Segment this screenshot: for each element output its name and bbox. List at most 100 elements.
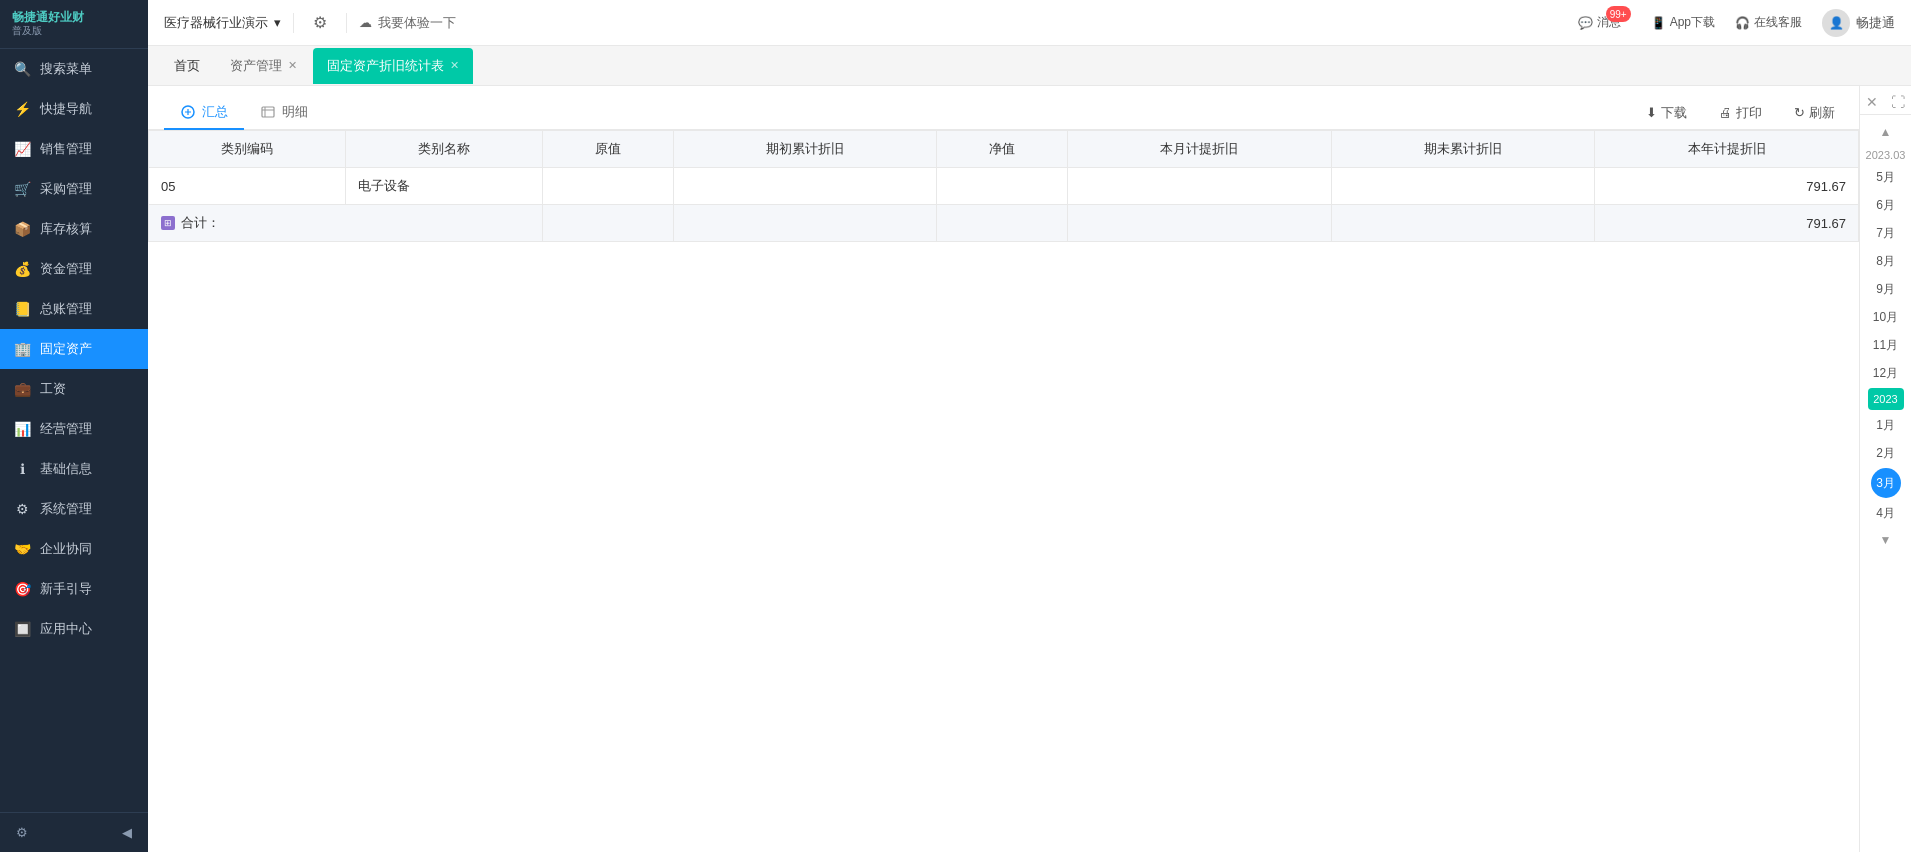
month-item[interactable]: 1月 bbox=[1868, 412, 1904, 438]
year-tag[interactable]: 2023 bbox=[1868, 388, 1904, 410]
toolbar: ⬇ 下载 🖨 打印 ↻ 刷新 bbox=[1638, 100, 1843, 126]
total-monthly bbox=[1067, 205, 1331, 242]
month-item[interactable]: 9月 bbox=[1868, 276, 1904, 302]
fixed-assets-icon: 🏢 bbox=[14, 341, 30, 357]
sidebar-item-label: 采购管理 bbox=[40, 180, 92, 198]
sidebar-item-label: 新手引导 bbox=[40, 580, 92, 598]
depreciation-table: 类别编码 类别名称 原值 期初累计折旧 净值 本月计提折旧 期未累计折旧 本年计… bbox=[148, 130, 1859, 242]
total-initial-accum bbox=[673, 205, 937, 242]
year-label: 2023.03 bbox=[1860, 145, 1911, 163]
month-item[interactable]: 2月 bbox=[1868, 440, 1904, 466]
sidebar-item-quick-nav[interactable]: ⚡ 快捷导航 bbox=[0, 89, 148, 129]
company-selector[interactable]: 医疗器械行业演示 ▾ bbox=[164, 14, 281, 32]
sidebar-item-payroll[interactable]: 💼 工资 bbox=[0, 369, 148, 409]
tab-label-depreciation: 固定资产折旧统计表 bbox=[327, 57, 444, 75]
row-monthly bbox=[1067, 168, 1331, 205]
download-button[interactable]: ⬇ 下载 bbox=[1638, 100, 1695, 126]
row-initial-accum bbox=[673, 168, 937, 205]
month-item[interactable]: 11月 bbox=[1868, 332, 1904, 358]
tab-detail[interactable]: 明细 bbox=[244, 96, 324, 130]
sidebar-collapse-button[interactable]: ◀ bbox=[120, 823, 134, 842]
tab-depreciation[interactable]: 固定资产折旧统计表 ✕ bbox=[313, 48, 473, 84]
search-icon: 🔍 bbox=[14, 61, 30, 77]
col-name: 类别名称 bbox=[346, 131, 543, 168]
sidebar-settings-button[interactable]: ⚙ bbox=[14, 823, 30, 842]
message-button[interactable]: 💬 消息 99+ bbox=[1578, 14, 1621, 31]
sidebar-item-enterprise[interactable]: 🤝 企业协同 bbox=[0, 529, 148, 569]
sub-tab-bar: 汇总 明细 ⬇ 下载 bbox=[148, 86, 1859, 130]
message-badge: 99+ bbox=[1606, 6, 1631, 22]
refresh-icon: ↻ bbox=[1794, 105, 1805, 120]
col-original: 原值 bbox=[543, 131, 674, 168]
col-period-accum: 期未累计折旧 bbox=[1331, 131, 1595, 168]
summary-icon bbox=[180, 104, 196, 120]
month-item[interactable]: 10月 bbox=[1868, 304, 1904, 330]
tab-close-depreciation[interactable]: ✕ bbox=[450, 59, 459, 72]
month-item[interactable]: 12月 bbox=[1868, 360, 1904, 386]
main-content: 医疗器械行业演示 ▾ ⚙ ☁ 我要体验一下 💬 消息 99+ 📱 App下载 🎧… bbox=[148, 0, 1911, 852]
funds-icon: 💰 bbox=[14, 261, 30, 277]
app-version: 普及版 bbox=[12, 24, 84, 38]
month-item[interactable]: 3月 bbox=[1871, 468, 1901, 498]
sidebar-item-operations[interactable]: 📊 经营管理 bbox=[0, 409, 148, 449]
sidebar-item-label: 经营管理 bbox=[40, 420, 92, 438]
sidebar-item-sales[interactable]: 📈 销售管理 bbox=[0, 129, 148, 169]
app-download-button[interactable]: 📱 App下载 bbox=[1651, 14, 1715, 31]
sidebar-item-label: 工资 bbox=[40, 380, 66, 398]
trial-button[interactable]: ☁ 我要体验一下 bbox=[359, 14, 456, 32]
tab-asset-mgmt[interactable]: 资产管理✕ bbox=[216, 48, 311, 84]
content-main: 汇总 明细 ⬇ 下载 bbox=[148, 86, 1859, 852]
total-icon: ⊞ bbox=[161, 216, 175, 230]
sidebar-item-purchase[interactable]: 🛒 采购管理 bbox=[0, 169, 148, 209]
purchase-icon: 🛒 bbox=[14, 181, 30, 197]
right-panel-expand-button[interactable]: ⛶ bbox=[1891, 94, 1905, 110]
total-row: ⊞ 合计： 791.67 bbox=[149, 205, 1859, 242]
guide-icon: 🎯 bbox=[14, 581, 30, 597]
month-item[interactable]: 6月 bbox=[1868, 192, 1904, 218]
right-panel-close-button[interactable]: ✕ bbox=[1866, 94, 1878, 110]
detail-icon bbox=[260, 104, 276, 120]
table-row: 05 电子设备 791.67 bbox=[149, 168, 1859, 205]
month-item[interactable]: 8月 bbox=[1868, 248, 1904, 274]
col-monthly: 本月计提折旧 bbox=[1067, 131, 1331, 168]
sidebar-item-fixed-assets[interactable]: 🏢 固定资产 bbox=[0, 329, 148, 369]
cloud-icon: ☁ bbox=[359, 15, 372, 30]
right-panel-nav-down[interactable]: ▼ bbox=[1873, 527, 1899, 553]
basic-info-icon: ℹ bbox=[14, 461, 30, 477]
user-name: 畅捷通 bbox=[1856, 14, 1895, 32]
right-panel: ✕ ⛶ ▲2023.03 5月6月7月8月9月10月11月12月20231月2月… bbox=[1859, 86, 1911, 852]
sidebar-item-guide[interactable]: 🎯 新手引导 bbox=[0, 569, 148, 609]
topbar-settings-button[interactable]: ⚙ bbox=[306, 9, 334, 37]
tab-summary-label: 汇总 bbox=[202, 103, 228, 121]
user-menu[interactable]: 👤 畅捷通 bbox=[1822, 9, 1895, 37]
row-annual: 791.67 bbox=[1595, 168, 1859, 205]
tab-summary[interactable]: 汇总 bbox=[164, 96, 244, 130]
sidebar-item-funds[interactable]: 💰 资金管理 bbox=[0, 249, 148, 289]
tab-detail-label: 明细 bbox=[282, 103, 308, 121]
sidebar-item-label: 企业协同 bbox=[40, 540, 92, 558]
tab-home[interactable]: 首页 bbox=[160, 48, 214, 84]
tab-close-asset-mgmt[interactable]: ✕ bbox=[288, 59, 297, 72]
print-button[interactable]: 🖨 打印 bbox=[1711, 100, 1770, 126]
sidebar-item-system[interactable]: ⚙ 系统管理 bbox=[0, 489, 148, 529]
sidebar-item-ledger[interactable]: 📒 总账管理 bbox=[0, 289, 148, 329]
right-panel-nav-up[interactable]: ▲ bbox=[1873, 119, 1899, 145]
month-item[interactable]: 7月 bbox=[1868, 220, 1904, 246]
month-item[interactable]: 5月 bbox=[1868, 164, 1904, 190]
total-original bbox=[543, 205, 674, 242]
total-period-accum bbox=[1331, 205, 1595, 242]
sidebar-item-app-center[interactable]: 🔲 应用中心 bbox=[0, 609, 148, 649]
sidebar-item-search[interactable]: 🔍 搜索菜单 bbox=[0, 49, 148, 89]
print-icon: 🖨 bbox=[1719, 105, 1732, 120]
sidebar-item-inventory[interactable]: 📦 库存核算 bbox=[0, 209, 148, 249]
online-service-button[interactable]: 🎧 在线客服 bbox=[1735, 14, 1802, 31]
sidebar: 畅捷通好业财 普及版 🔍 搜索菜单 ⚡ 快捷导航 📈 销售管理 🛒 采购管理 📦… bbox=[0, 0, 148, 852]
month-item[interactable]: 4月 bbox=[1868, 500, 1904, 526]
chevron-down-icon: ▾ bbox=[274, 15, 281, 30]
payroll-icon: 💼 bbox=[14, 381, 30, 397]
operations-icon: 📊 bbox=[14, 421, 30, 437]
app-download-label: App下载 bbox=[1670, 14, 1715, 31]
refresh-button[interactable]: ↻ 刷新 bbox=[1786, 100, 1843, 126]
sidebar-item-basic-info[interactable]: ℹ 基础信息 bbox=[0, 449, 148, 489]
service-icon: 🎧 bbox=[1735, 16, 1750, 30]
